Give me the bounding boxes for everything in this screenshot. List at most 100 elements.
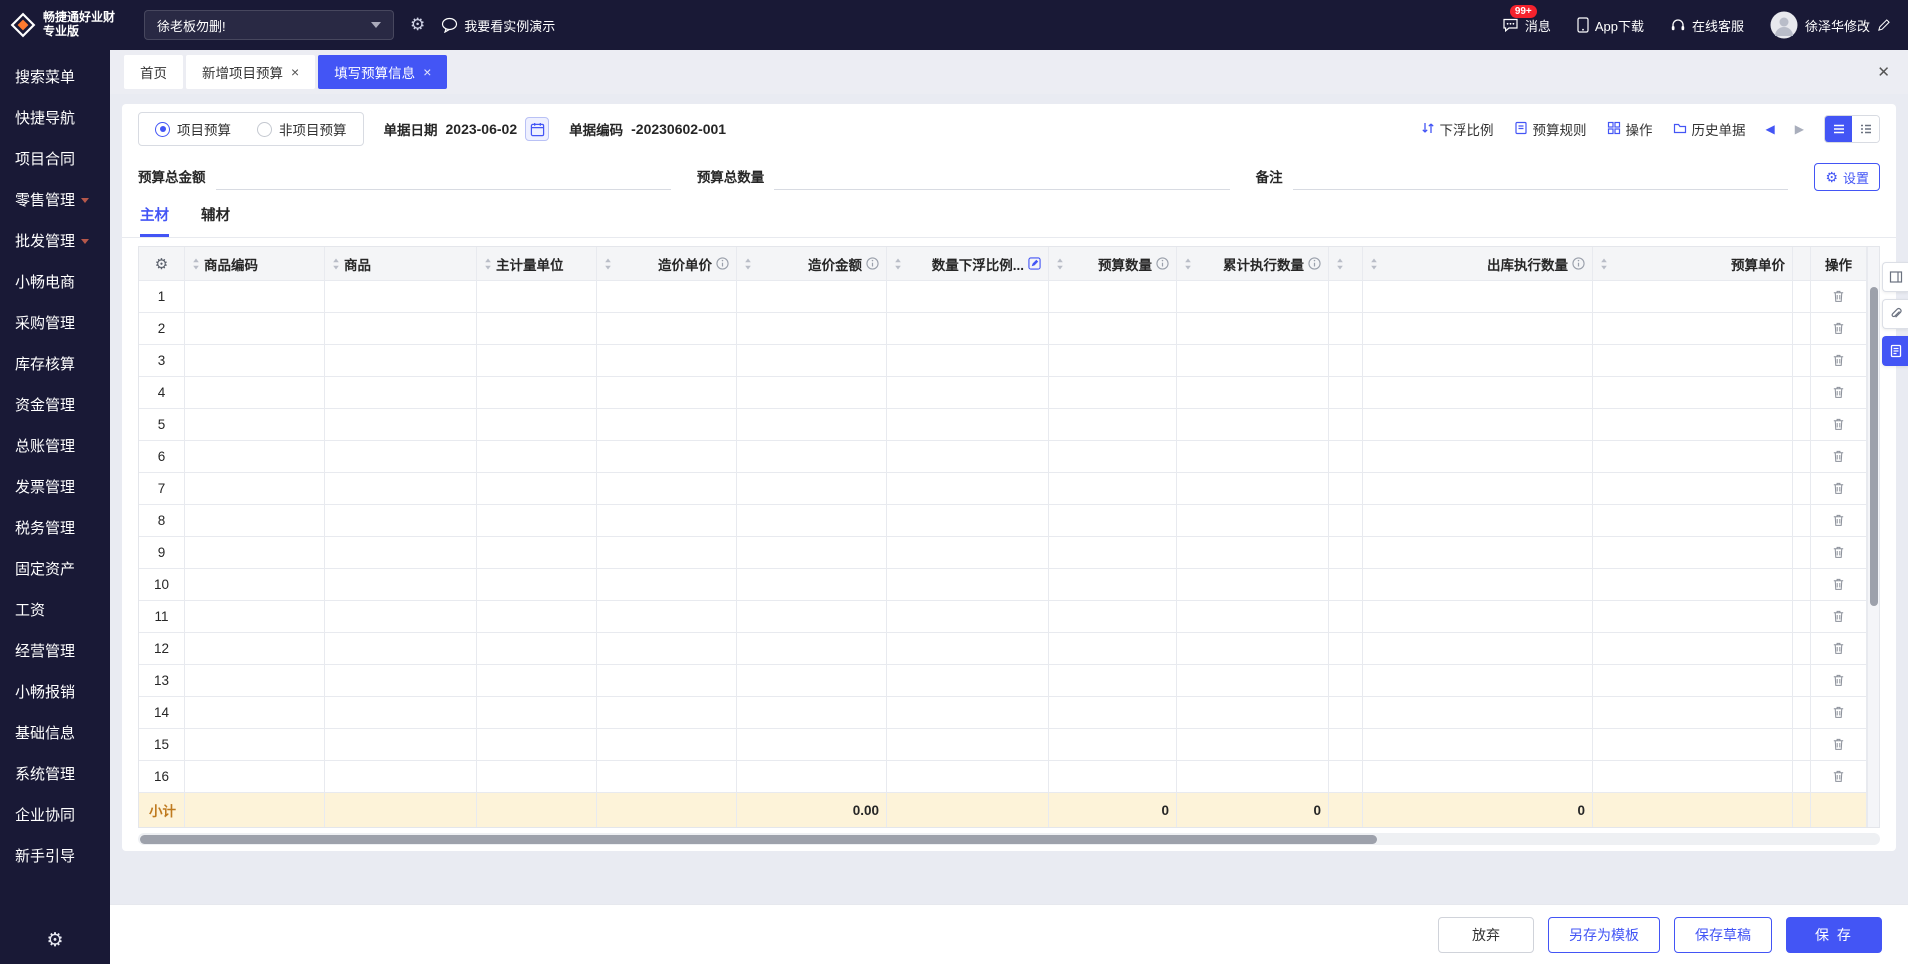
table-cell[interactable] — [325, 537, 477, 569]
table-cell[interactable] — [1329, 505, 1363, 537]
table-cell[interactable] — [1177, 473, 1329, 505]
horizontal-scrollbar-thumb[interactable] — [140, 834, 1377, 844]
table-cell[interactable] — [597, 537, 737, 569]
table-cell[interactable] — [1593, 761, 1793, 793]
table-settings-cell[interactable]: ⚙ — [139, 247, 185, 281]
table-cell[interactable] — [477, 473, 597, 505]
table-cell[interactable] — [887, 697, 1049, 729]
sort-icon[interactable] — [1184, 258, 1192, 270]
table-cell[interactable] — [1793, 633, 1811, 665]
table-cell[interactable] — [185, 601, 325, 633]
close-icon[interactable]: ✕ — [1873, 59, 1894, 85]
table-cell[interactable] — [1177, 729, 1329, 761]
table-cell[interactable] — [1793, 505, 1811, 537]
table-cell[interactable] — [477, 377, 597, 409]
table-cell[interactable] — [325, 633, 477, 665]
table-cell[interactable] — [1049, 601, 1177, 633]
table-cell[interactable] — [325, 377, 477, 409]
table-cell[interactable] — [325, 409, 477, 441]
table-cell[interactable] — [737, 377, 887, 409]
column-header[interactable] — [1329, 247, 1363, 281]
table-cell[interactable] — [325, 729, 477, 761]
gear-icon[interactable]: ⚙ — [155, 255, 168, 273]
table-cell[interactable] — [325, 601, 477, 633]
table-cell[interactable] — [1049, 729, 1177, 761]
vertical-scrollbar-thumb[interactable] — [1869, 287, 1878, 606]
table-cell[interactable] — [597, 601, 737, 633]
table-cell[interactable] — [1049, 633, 1177, 665]
column-header[interactable]: 预算单价 — [1593, 247, 1793, 281]
table-cell[interactable] — [477, 313, 597, 345]
table-cell[interactable] — [1593, 441, 1793, 473]
table-cell[interactable] — [185, 281, 325, 313]
table-cell[interactable] — [477, 729, 597, 761]
delete-row-button[interactable] — [1811, 345, 1867, 377]
table-cell[interactable] — [737, 409, 887, 441]
sort-icon[interactable] — [1370, 258, 1378, 270]
delete-row-button[interactable] — [1811, 473, 1867, 505]
gear-icon[interactable]: ⚙ — [410, 15, 425, 35]
table-cell[interactable] — [185, 441, 325, 473]
table-cell[interactable] — [1363, 281, 1593, 313]
table-cell[interactable] — [325, 313, 477, 345]
table-cell[interactable] — [1049, 569, 1177, 601]
table-cell[interactable] — [1363, 537, 1593, 569]
sort-icon[interactable] — [1600, 258, 1608, 270]
table-cell[interactable] — [1049, 377, 1177, 409]
table-cell[interactable] — [887, 345, 1049, 377]
table-cell[interactable] — [1049, 345, 1177, 377]
sidebar-item[interactable]: 总账管理 — [0, 425, 110, 466]
sidebar-item[interactable]: 固定资产 — [0, 548, 110, 589]
table-cell[interactable] — [185, 697, 325, 729]
table-cell[interactable] — [1793, 441, 1811, 473]
table-cell[interactable] — [1593, 665, 1793, 697]
table-cell[interactable] — [887, 473, 1049, 505]
material-tab[interactable]: 辅材 — [201, 204, 230, 237]
table-cell[interactable] — [1177, 697, 1329, 729]
table-cell[interactable] — [737, 345, 887, 377]
sort-icon[interactable] — [604, 258, 612, 270]
table-cell[interactable] — [1793, 729, 1811, 761]
table-cell[interactable] — [737, 569, 887, 601]
table-cell[interactable] — [597, 377, 737, 409]
table-cell[interactable] — [1593, 697, 1793, 729]
column-header[interactable]: 造价单价 — [597, 247, 737, 281]
sidebar-item[interactable]: 小畅电商 — [0, 261, 110, 302]
table-cell[interactable] — [1363, 665, 1593, 697]
table-cell[interactable] — [1793, 377, 1811, 409]
table-cell[interactable] — [597, 697, 737, 729]
delete-row-button[interactable] — [1811, 441, 1867, 473]
table-cell[interactable] — [887, 441, 1049, 473]
table-cell[interactable] — [1593, 345, 1793, 377]
delete-row-button[interactable] — [1811, 313, 1867, 345]
table-cell[interactable] — [1329, 409, 1363, 441]
table-cell[interactable] — [325, 505, 477, 537]
table-cell[interactable] — [325, 569, 477, 601]
table-cell[interactable] — [185, 473, 325, 505]
table-cell[interactable] — [1593, 729, 1793, 761]
table-cell[interactable] — [1363, 761, 1593, 793]
table-cell[interactable] — [1049, 473, 1177, 505]
table-cell[interactable] — [597, 505, 737, 537]
table-cell[interactable] — [1363, 569, 1593, 601]
table-cell[interactable] — [1049, 761, 1177, 793]
save-button[interactable]: 保 存 — [1786, 916, 1882, 953]
table-cell[interactable] — [185, 761, 325, 793]
table-cell[interactable] — [1177, 281, 1329, 313]
table-cell[interactable] — [1363, 601, 1593, 633]
delete-row-button[interactable] — [1811, 729, 1867, 761]
table-cell[interactable] — [1329, 441, 1363, 473]
table-cell[interactable] — [325, 281, 477, 313]
table-cell[interactable] — [1177, 761, 1329, 793]
table-cell[interactable] — [1177, 537, 1329, 569]
table-cell[interactable] — [1793, 601, 1811, 633]
column-header[interactable]: 操作 — [1811, 247, 1867, 281]
delete-row-button[interactable] — [1811, 761, 1867, 793]
table-cell[interactable] — [185, 729, 325, 761]
delete-row-button[interactable] — [1811, 281, 1867, 313]
table-cell[interactable] — [597, 569, 737, 601]
delete-row-button[interactable] — [1811, 569, 1867, 601]
table-cell[interactable] — [1363, 505, 1593, 537]
vertical-scrollbar[interactable] — [1867, 247, 1879, 827]
column-header[interactable]: 主计量单位 — [477, 247, 597, 281]
